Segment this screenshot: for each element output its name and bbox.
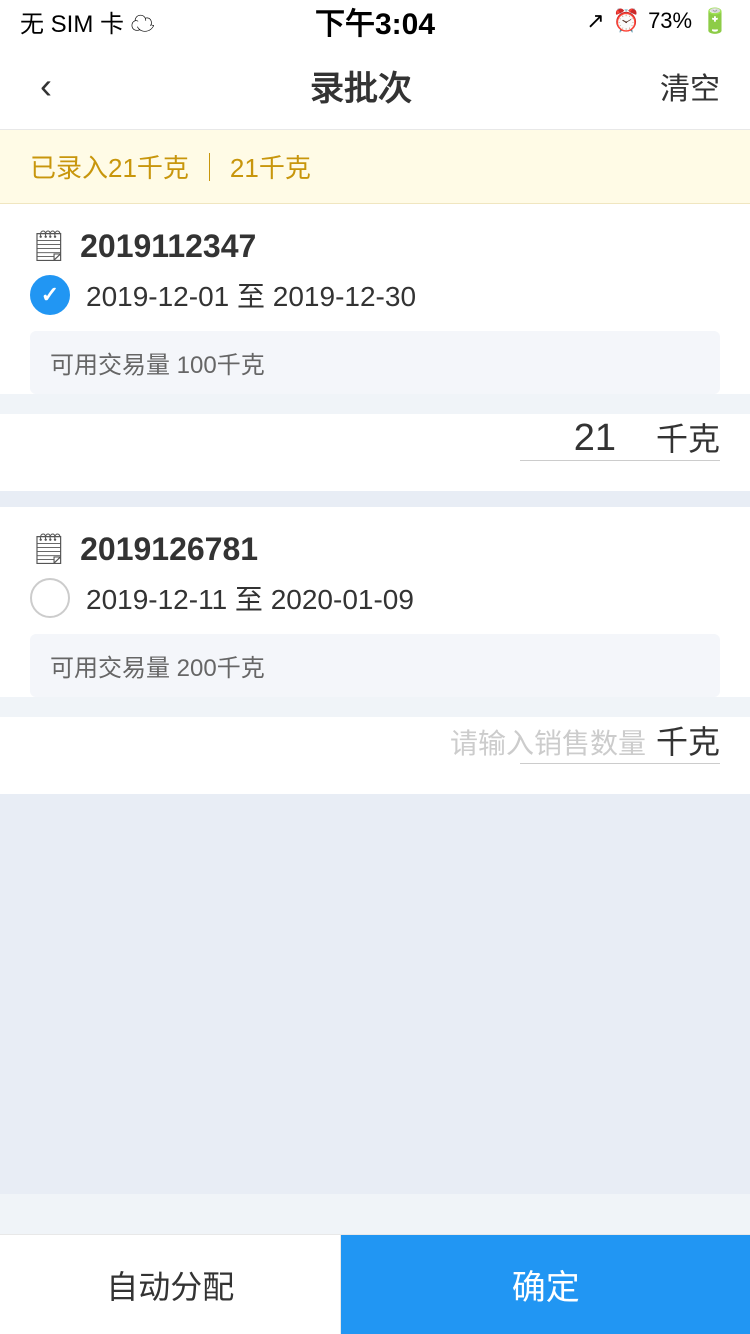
batch-available-2: 可用交易量 200千克 bbox=[30, 634, 720, 697]
batch-date-2: 2019-12-11 至 2020-01-09 bbox=[86, 578, 414, 618]
quantity-unit-2: 千克 bbox=[656, 717, 720, 763]
status-bar-right: ↗ ⏰ 73% 🔋 bbox=[586, 7, 730, 36]
quantity-value-1: 21 bbox=[536, 417, 616, 460]
battery-icon: 🔋 bbox=[700, 7, 730, 36]
recorded-value: 21千克 bbox=[230, 148, 311, 185]
batch-date-row-2[interactable]: 2019-12-11 至 2020-01-09 bbox=[30, 578, 720, 618]
bottom-spacer bbox=[0, 794, 750, 1194]
quantity-underline-2 bbox=[520, 763, 720, 764]
quantity-section-2: 请输入销售数量 千克 bbox=[0, 717, 750, 794]
quantity-placeholder-2: 请输入销售数量 bbox=[450, 722, 646, 762]
info-divider bbox=[209, 153, 210, 181]
no-sim-text: 无 SIM 卡 ☁ bbox=[20, 4, 155, 39]
quantity-wrapper-2[interactable]: 请输入销售数量 千克 bbox=[450, 717, 720, 763]
batch-header-1: 🗒 2019112347 bbox=[30, 228, 720, 265]
radio-selected-1[interactable] bbox=[30, 275, 70, 315]
nav-bar: ‹ 录批次 清空 bbox=[0, 42, 750, 130]
location-icon: ↗ bbox=[586, 8, 604, 34]
radio-unselected-2[interactable] bbox=[30, 578, 70, 618]
batch-id-2: 2019126781 bbox=[80, 531, 258, 568]
batch-doc-icon-1: 🗒 bbox=[30, 229, 68, 264]
batch-available-1: 可用交易量 100千克 bbox=[30, 331, 720, 394]
clear-button[interactable]: 清空 bbox=[660, 64, 720, 108]
quantity-underline-1 bbox=[520, 460, 720, 461]
quantity-section-1: 21 千克 bbox=[0, 414, 750, 491]
quantity-unit-1: 千克 bbox=[656, 414, 720, 460]
batch-header-2: 🗒 2019126781 bbox=[30, 531, 720, 568]
status-bar: 无 SIM 卡 ☁ 下午3:04 ↗ ⏰ 73% 🔋 bbox=[0, 0, 750, 42]
quantity-row-1: 21 千克 bbox=[30, 414, 720, 460]
info-bar: 已录入21千克 21千克 bbox=[0, 130, 750, 204]
alarm-icon: ⏰ bbox=[613, 8, 640, 34]
page-title: 录批次 bbox=[310, 61, 412, 110]
quantity-wrapper-1: 21 千克 bbox=[536, 414, 720, 460]
recorded-label: 已录入21千克 bbox=[30, 148, 189, 185]
batch-doc-icon-2: 🗒 bbox=[30, 532, 68, 567]
batch-card-2: 🗒 2019126781 2019-12-11 至 2020-01-09 可用交… bbox=[0, 507, 750, 697]
status-bar-left: 无 SIM 卡 ☁ bbox=[20, 4, 155, 39]
batch-date-1: 2019-12-01 至 2019-12-30 bbox=[86, 275, 416, 315]
footer: 自动分配 确定 bbox=[0, 1234, 750, 1334]
confirm-button[interactable]: 确定 bbox=[341, 1235, 750, 1334]
batch-id-1: 2019112347 bbox=[80, 228, 256, 265]
battery-text: 73% bbox=[648, 8, 692, 34]
status-bar-time: 下午3:04 bbox=[315, 0, 435, 43]
batch-card-1: 🗒 2019112347 2019-12-01 至 2019-12-30 可用交… bbox=[0, 204, 750, 394]
quantity-row-2: 请输入销售数量 千克 bbox=[30, 717, 720, 763]
back-button[interactable]: ‹ bbox=[30, 55, 62, 117]
batch-date-row-1[interactable]: 2019-12-01 至 2019-12-30 bbox=[30, 275, 720, 315]
auto-distribute-button[interactable]: 自动分配 bbox=[0, 1235, 341, 1334]
section-separator bbox=[0, 491, 750, 507]
